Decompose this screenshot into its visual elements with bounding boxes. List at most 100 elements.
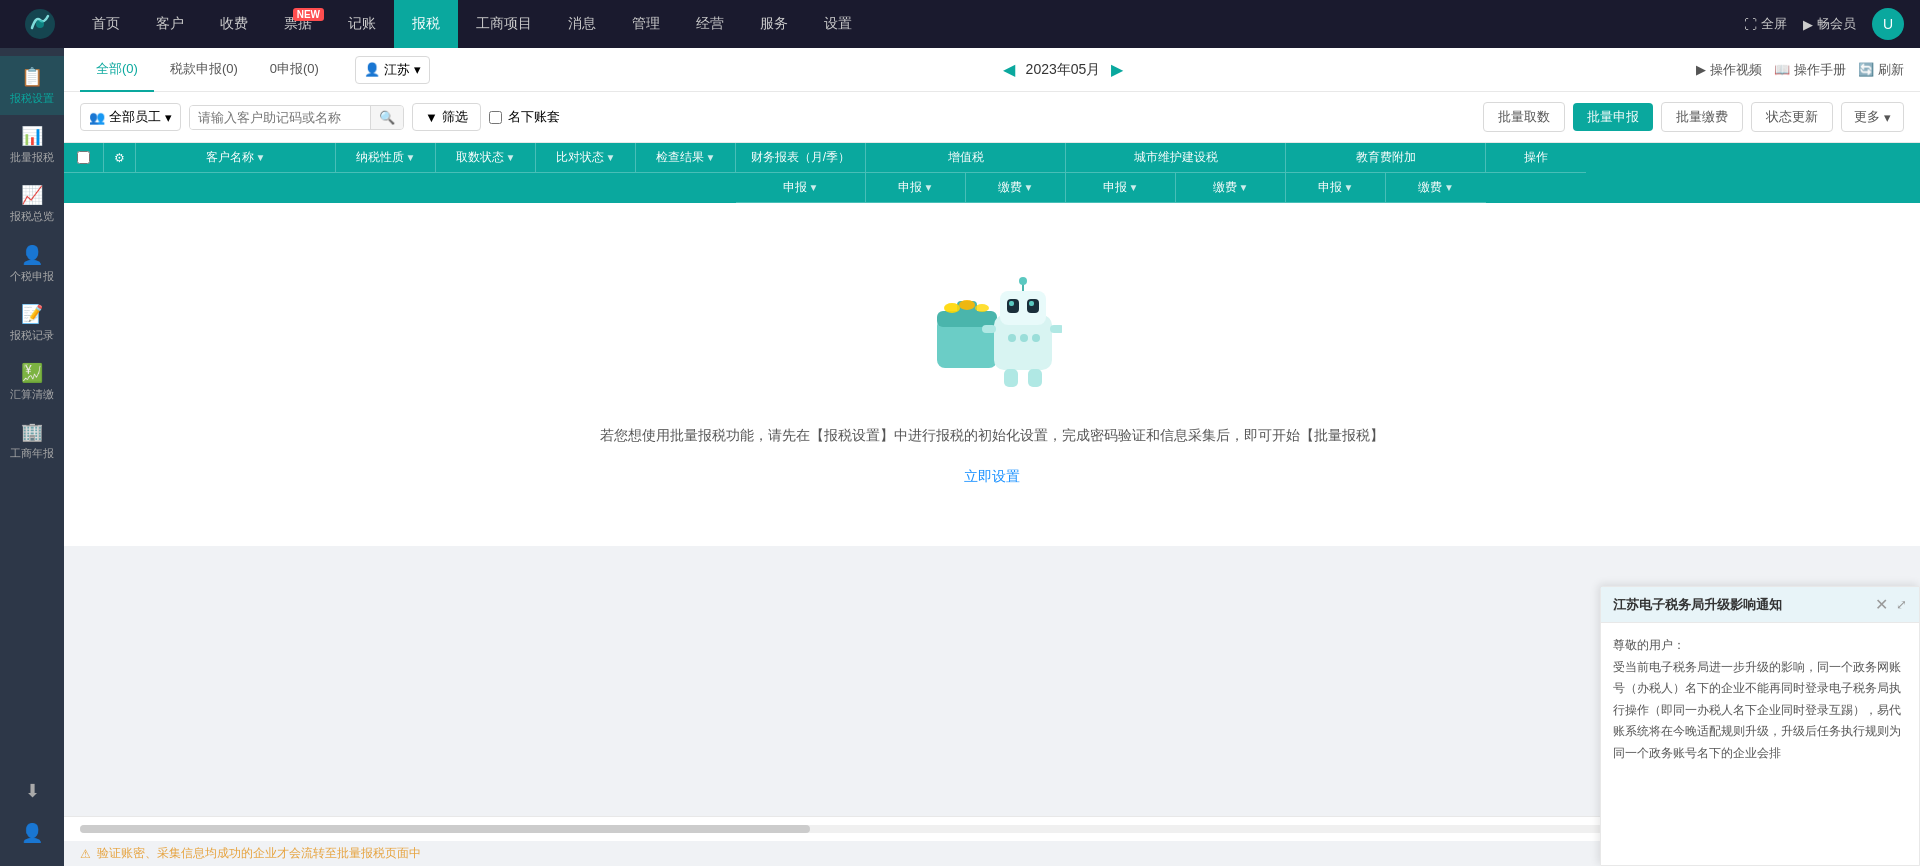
setup-link[interactable]: 立即设置: [964, 468, 1020, 486]
employee-selector[interactable]: 👥 全部员工 ▾: [80, 103, 181, 131]
nav-business[interactable]: 工商项目: [458, 0, 550, 48]
search-wrap: 🔍: [189, 105, 404, 130]
nav-operation[interactable]: 经营: [678, 0, 742, 48]
th-edu-declare[interactable]: 申报▼: [1286, 173, 1386, 203]
next-month-button[interactable]: ▶: [1111, 60, 1123, 79]
nav-bookkeeping[interactable]: 记账: [330, 0, 394, 48]
th-compare-status[interactable]: 比对状态▼: [536, 143, 636, 173]
avatar[interactable]: U: [1872, 8, 1904, 40]
nav-tax[interactable]: 报税: [394, 0, 458, 48]
sidebar-label-tax-settings: 报税设置: [10, 92, 54, 105]
sidebar-item-tax-settings[interactable]: 📋 报税设置: [0, 56, 64, 115]
tab-tax-declaration[interactable]: 税款申报(0): [154, 48, 254, 92]
th-city-maintenance: 城市维护建设税: [1066, 143, 1286, 173]
fullscreen-button[interactable]: ⛶ 全屏: [1744, 15, 1787, 33]
svg-rect-19: [1028, 369, 1042, 387]
th-city-declare[interactable]: 申报▼: [1066, 173, 1176, 203]
sidebar-item-individual-tax[interactable]: 👤 个税申报: [0, 234, 64, 293]
tax-records-icon: 📝: [21, 303, 43, 325]
empty-message: 若您想使用批量报税功能，请先在【报税设置】中进行报税的初始化设置，完成密码验证和…: [600, 423, 1384, 448]
th-fetch-status[interactable]: 取数状态▼: [436, 143, 536, 173]
region-selector[interactable]: 👤 江苏 ▾: [355, 56, 430, 84]
svg-point-7: [975, 304, 989, 312]
svg-point-15: [1019, 277, 1027, 285]
region-icon: 👤: [364, 62, 380, 77]
refresh-button[interactable]: 🔄 刷新: [1858, 61, 1904, 79]
logo[interactable]: [16, 8, 64, 40]
nav-home[interactable]: 首页: [74, 0, 138, 48]
member-icon: ▶: [1803, 17, 1813, 32]
header-row2: 申报▼ 申报▼ 缴费▼ 申报▼ 缴费▼: [64, 173, 1920, 203]
employee-chevron-icon: ▾: [165, 110, 172, 125]
batch-pay-button[interactable]: 批量缴费: [1661, 102, 1743, 132]
svg-rect-9: [1000, 291, 1046, 325]
nav-billing[interactable]: 收费: [202, 0, 266, 48]
th-edu-pay[interactable]: 缴费▼: [1386, 173, 1486, 203]
operation-video-button[interactable]: ▶ 操作视频: [1696, 61, 1762, 79]
status-update-button[interactable]: 状态更新: [1751, 102, 1833, 132]
tax-settings-icon: 📋: [21, 66, 43, 88]
toolbar-right: 批量取数 批量申报 批量缴费 状态更新 更多 ▾: [1483, 102, 1904, 132]
search-button[interactable]: 🔍: [370, 106, 403, 129]
nav-customer[interactable]: 客户: [138, 0, 202, 48]
th-tax-nature[interactable]: 纳税性质▼: [336, 143, 436, 173]
sidebar-item-tax-overview[interactable]: 📈 报税总览: [0, 174, 64, 233]
nav-service[interactable]: 服务: [742, 0, 806, 48]
sidebar-item-tax-records[interactable]: 📝 报税记录: [0, 293, 64, 352]
account-checkbox-label[interactable]: 名下账套: [489, 108, 560, 126]
tab-all[interactable]: 全部(0): [80, 48, 154, 92]
nav-message[interactable]: 消息: [550, 0, 614, 48]
sidebar-item-download[interactable]: ⬇: [17, 770, 47, 812]
sidebar-item-business-annual[interactable]: 🏢 工商年报: [0, 411, 64, 470]
operation-manual-button[interactable]: 📖 操作手册: [1774, 61, 1846, 79]
nav-settings[interactable]: 设置: [806, 0, 870, 48]
th-financial-declare[interactable]: 申报▼: [736, 173, 866, 203]
th-vat-pay[interactable]: 缴费▼: [966, 173, 1066, 203]
top-nav: 首页 客户 收费 票据 NEW 记账 报税 工商项目 消息 管理 经营 服务 设…: [0, 0, 1920, 48]
refresh-icon: 🔄: [1858, 62, 1874, 77]
prev-month-button[interactable]: ◀: [1003, 60, 1015, 79]
business-annual-icon: 🏢: [21, 421, 43, 443]
sidebar-item-profile[interactable]: 👤: [17, 812, 47, 854]
member-button[interactable]: ▶ 畅会员: [1803, 15, 1856, 33]
th-checkbox[interactable]: [64, 143, 104, 173]
sidebar-item-batch-tax[interactable]: 📊 批量报税: [0, 115, 64, 174]
tax-overview-icon: 📈: [21, 184, 43, 206]
batch-submit-button[interactable]: 批量申报: [1573, 103, 1653, 131]
empty-state: 若您想使用批量报税功能，请先在【报税设置】中进行报税的初始化设置，完成密码验证和…: [64, 203, 1920, 546]
svg-rect-12: [1009, 301, 1014, 306]
svg-rect-13: [1029, 301, 1034, 306]
filter-button[interactable]: ▼ 筛选: [412, 103, 481, 131]
th-city-pay[interactable]: 缴费▼: [1176, 173, 1286, 203]
sidebar-label-business-annual: 工商年报: [10, 447, 54, 460]
search-input[interactable]: [190, 106, 370, 129]
nav-manage[interactable]: 管理: [614, 0, 678, 48]
invoice-badge: NEW: [293, 8, 324, 21]
batch-fetch-button[interactable]: 批量取数: [1483, 102, 1565, 132]
notification-resize-icon[interactable]: ⤢: [1896, 597, 1907, 612]
select-all-checkbox[interactable]: [77, 151, 90, 164]
th-customer-name[interactable]: 客户名称▼: [136, 143, 336, 173]
more-button[interactable]: 更多 ▾: [1841, 102, 1904, 132]
notification-title: 江苏电子税务局升级影响通知: [1613, 596, 1782, 614]
individual-tax-icon: 👤: [21, 244, 43, 266]
account-checkbox[interactable]: [489, 111, 502, 124]
sidebar-label-tax-records: 报税记录: [10, 329, 54, 342]
month-nav: ◀ 2023年05月 ▶: [1003, 60, 1123, 79]
notification-body[interactable]: 尊敬的用户： 受当前电子税务局进一步升级的影响，同一个政务网账号（办税人）名下的…: [1601, 623, 1919, 865]
manual-icon: 📖: [1774, 62, 1790, 77]
notification-close-button[interactable]: ✕: [1875, 595, 1888, 614]
sidebar-bottom: ⬇ 👤: [17, 770, 47, 866]
sort-icon: ▼: [1239, 182, 1249, 193]
download-icon: ⬇: [25, 780, 40, 802]
th-vat-declare[interactable]: 申报▼: [866, 173, 966, 203]
svg-point-5: [944, 303, 960, 313]
nav-items: 首页 客户 收费 票据 NEW 记账 报税 工商项目 消息 管理 经营 服务 设…: [74, 0, 1744, 48]
svg-rect-11: [1027, 299, 1039, 313]
tab-zero-declaration[interactable]: 0申报(0): [254, 48, 335, 92]
sidebar-item-annual-settlement[interactable]: 💹 汇算清缴: [0, 352, 64, 411]
nav-invoice[interactable]: 票据 NEW: [266, 0, 330, 48]
sort-icon: ▼: [924, 182, 934, 193]
profile-icon: 👤: [21, 822, 43, 844]
th-check-result[interactable]: 检查结果▼: [636, 143, 736, 173]
